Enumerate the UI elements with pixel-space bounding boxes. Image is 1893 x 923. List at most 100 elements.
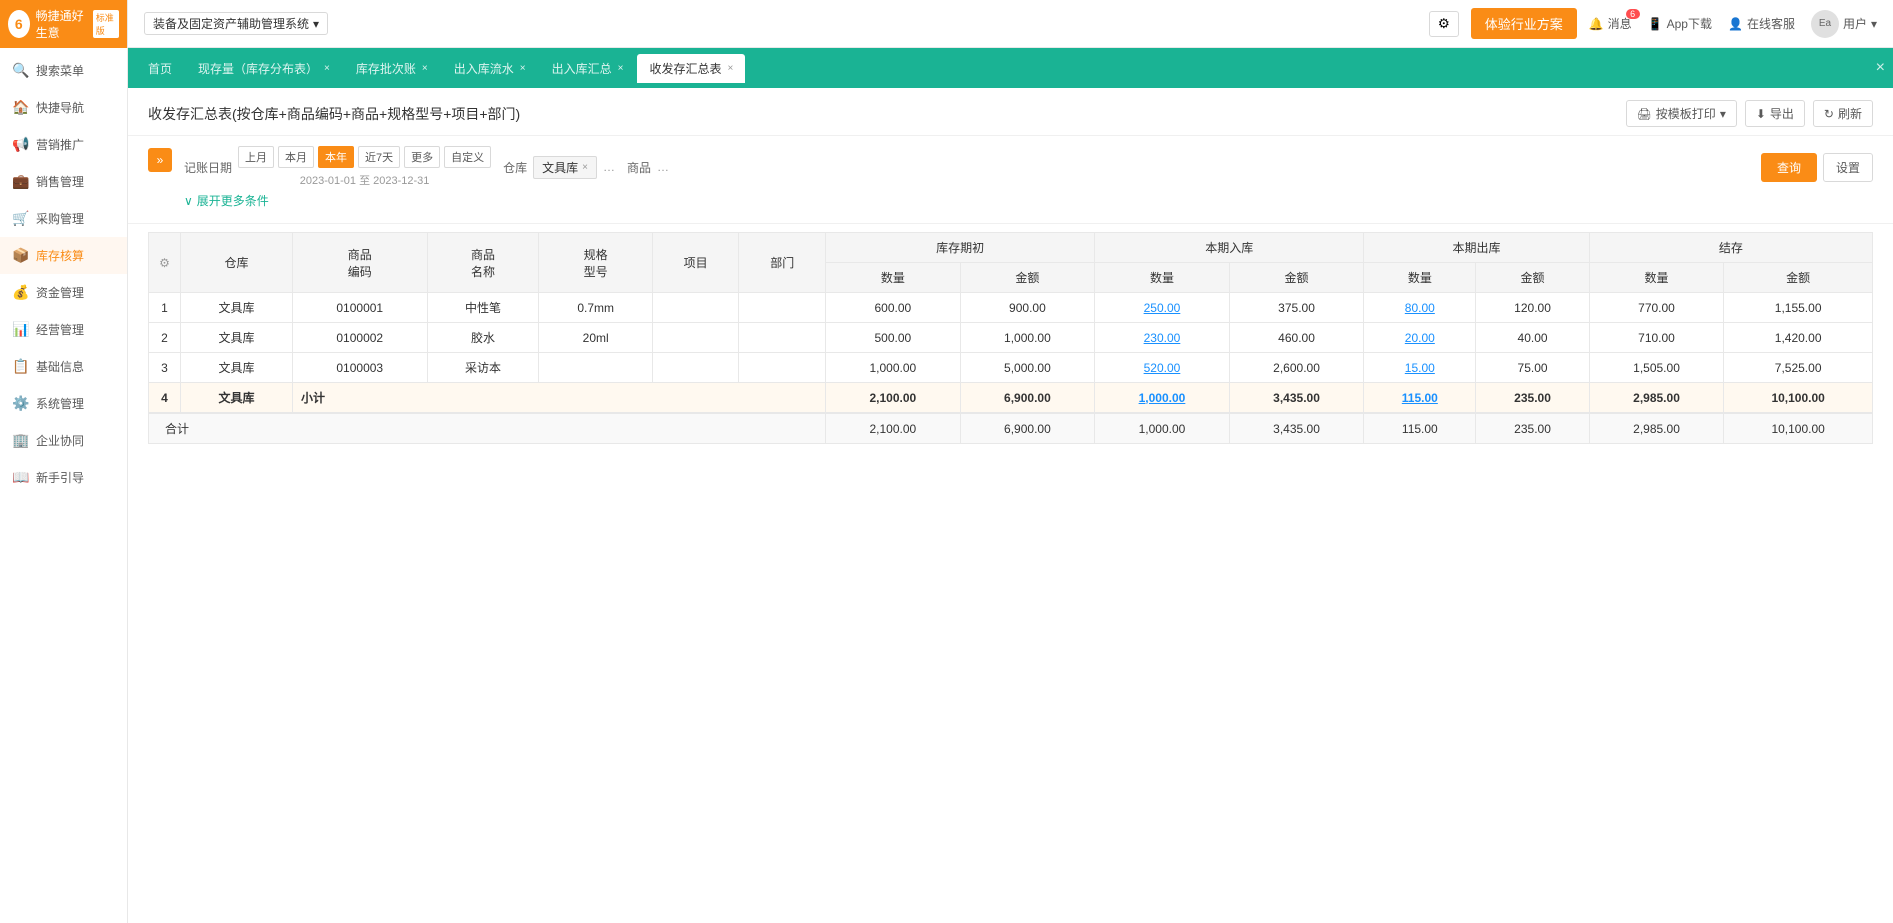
tab-receive-summary[interactable]: 收发存汇总表 × <box>637 54 745 83</box>
tab-close-inout-flow[interactable]: × <box>520 63 526 74</box>
tab-close-inventory-dist[interactable]: × <box>324 63 330 74</box>
filter-content: 记账日期 上月 本月 本年 近7天 更多 自定义 2023-01-01 至 20… <box>184 146 1873 213</box>
row-out-qty[interactable]: 80.00 <box>1364 293 1476 323</box>
sidebar-item-newbie[interactable]: 📖 新手引导 <box>0 459 127 496</box>
sidebar-item-purchase[interactable]: 🛒 采购管理 <box>0 200 127 237</box>
subtotal-in-qty[interactable]: 1,000.00 <box>1095 383 1230 414</box>
refresh-icon: ↻ <box>1824 107 1834 121</box>
expand-more-button[interactable]: ∨ 展开更多条件 <box>184 188 1873 213</box>
tab-close-inout-summary[interactable]: × <box>618 63 624 74</box>
sidebar-item-label: 销售管理 <box>36 173 84 190</box>
goods-more-btn[interactable]: … <box>657 160 669 174</box>
close-all-tabs-button[interactable]: × <box>1876 59 1885 77</box>
total-in-amt: 3,435.00 <box>1229 413 1364 444</box>
topbar-title-area: 装备及固定资产辅助管理系统 ▾ <box>144 12 1417 35</box>
row-spec: 20ml <box>539 323 652 353</box>
col-out-qty-header: 数量 <box>1364 263 1476 293</box>
topbar-actions: 🔔 消息 6 📱 App下载 👤 在线客服 Ea 用户 ▾ <box>1589 10 1877 38</box>
row-in-amt: 460.00 <box>1229 323 1364 353</box>
trial-button[interactable]: 体验行业方案 <box>1471 8 1577 39</box>
sidebar-item-label: 新手引导 <box>36 469 84 486</box>
subtotal-out-qty[interactable]: 115.00 <box>1364 383 1476 414</box>
sidebar-item-system[interactable]: ⚙️ 系统管理 <box>0 385 127 422</box>
total-row: 合计 2,100.00 6,900.00 1,000.00 3,435.00 1… <box>149 413 1873 444</box>
tab-inout-flow[interactable]: 出入库流水 × <box>442 54 538 83</box>
briefcase-icon: 💼 <box>12 173 30 190</box>
tab-close-batch[interactable]: × <box>422 63 428 74</box>
total-out-amt: 235.00 <box>1476 413 1589 444</box>
sidebar-item-search[interactable]: 🔍 搜索菜单 <box>0 52 127 89</box>
row-code: 0100003 <box>292 353 427 383</box>
date-btn-more[interactable]: 更多 <box>404 146 440 168</box>
message-button[interactable]: 🔔 消息 6 <box>1589 15 1632 32</box>
row-name: 采访本 <box>427 353 539 383</box>
table-settings-icon[interactable]: ⚙ <box>159 256 170 270</box>
date-btn-this-year[interactable]: 本年 <box>318 146 354 168</box>
warehouse-more-btn[interactable]: … <box>603 160 615 174</box>
row-out-amt: 120.00 <box>1476 293 1589 323</box>
topbar-settings-button[interactable]: ⚙ <box>1429 11 1459 37</box>
tab-home[interactable]: 首页 <box>136 54 184 83</box>
row-out-qty[interactable]: 20.00 <box>1364 323 1476 353</box>
row-in-qty[interactable]: 250.00 <box>1095 293 1230 323</box>
sidebar-item-operations[interactable]: 📊 经营管理 <box>0 311 127 348</box>
sidebar-item-sales[interactable]: 💼 销售管理 <box>0 163 127 200</box>
sidebar-item-finance[interactable]: 💰 资金管理 <box>0 274 127 311</box>
topbar: 装备及固定资产辅助管理系统 ▾ ⚙ 体验行业方案 🔔 消息 6 📱 App下载 … <box>128 0 1893 48</box>
subtotal-row: 4 文具库 小计 2,100.00 6,900.00 1,000.00 3,43… <box>149 383 1873 414</box>
tab-inout-summary[interactable]: 出入库汇总 × <box>540 54 636 83</box>
column-settings-button[interactable]: 设置 <box>1823 153 1873 182</box>
tab-close-receive-summary[interactable]: × <box>727 63 733 74</box>
total-closing-qty: 2,985.00 <box>1589 413 1724 444</box>
row-closing-amt: 7,525.00 <box>1724 353 1873 383</box>
online-service-button[interactable]: 👤 在线客服 <box>1728 15 1795 32</box>
gear-icon: ⚙️ <box>12 395 30 412</box>
query-button[interactable]: 查询 <box>1761 153 1817 182</box>
table-row: 1 文具库 0100001 中性笔 0.7mm 600.00 900.00 25… <box>149 293 1873 323</box>
row-in-qty[interactable]: 230.00 <box>1095 323 1230 353</box>
date-btn-this-month[interactable]: 本月 <box>278 146 314 168</box>
tab-inventory-dist[interactable]: 现存量（库存分布表） × <box>186 54 342 83</box>
print-button[interactable]: 🖨 按模板打印 ▾ <box>1626 100 1737 127</box>
col-closing-amt-header: 金额 <box>1724 263 1873 293</box>
user-menu[interactable]: Ea 用户 ▾ <box>1811 10 1877 38</box>
total-out-qty: 115.00 <box>1364 413 1476 444</box>
date-btn-last-month[interactable]: 上月 <box>238 146 274 168</box>
col-out-amt-header: 金额 <box>1476 263 1589 293</box>
sidebar-item-marketing[interactable]: 📢 营销推广 <box>0 126 127 163</box>
sidebar-item-company[interactable]: 🏢 企业协同 <box>0 422 127 459</box>
sidebar-item-inventory[interactable]: 📦 库存核算 <box>0 237 127 274</box>
date-btn-custom[interactable]: 自定义 <box>444 146 491 168</box>
sidebar-item-label: 搜索菜单 <box>36 62 84 79</box>
sidebar-item-base[interactable]: 📋 基础信息 <box>0 348 127 385</box>
row-closing-qty: 770.00 <box>1589 293 1724 323</box>
row-in-qty[interactable]: 520.00 <box>1095 353 1230 383</box>
content-area: 收发存汇总表(按仓库+商品编码+商品+规格型号+项目+部门) 🖨 按模板打印 ▾… <box>128 88 1893 923</box>
app-download-button[interactable]: 📱 App下载 <box>1648 15 1712 32</box>
table-row: 3 文具库 0100003 采访本 1,000.00 5,000.00 520.… <box>149 353 1873 383</box>
system-title-dropdown[interactable]: 装备及固定资产辅助管理系统 ▾ <box>144 12 328 35</box>
row-closing-qty: 1,505.00 <box>1589 353 1724 383</box>
subtotal-opening-qty: 2,100.00 <box>826 383 961 414</box>
col-in-qty-header: 数量 <box>1095 263 1230 293</box>
box-icon: 📦 <box>12 247 30 264</box>
row-out-qty[interactable]: 15.00 <box>1364 353 1476 383</box>
date-filter-group: 记账日期 上月 本月 本年 近7天 更多 自定义 2023-01-01 至 20… <box>184 146 491 188</box>
refresh-button[interactable]: ↻ 刷新 <box>1813 100 1873 127</box>
tab-batch[interactable]: 库存批次账 × <box>344 54 440 83</box>
col-opening-amt-header: 金额 <box>960 263 1095 293</box>
sidebar-item-quick[interactable]: 🏠 快捷导航 <box>0 89 127 126</box>
export-button[interactable]: ⬇ 导出 <box>1745 100 1805 127</box>
warehouse-tag-remove[interactable]: × <box>582 162 588 173</box>
filter-toggle-button[interactable]: » <box>148 148 172 172</box>
row-out-amt: 40.00 <box>1476 323 1589 353</box>
subtotal-warehouse: 文具库 <box>181 383 293 414</box>
date-btn-7days[interactable]: 近7天 <box>358 146 400 168</box>
tabs-bar: 首页 现存量（库存分布表） × 库存批次账 × 出入库流水 × 出入库汇总 × … <box>128 48 1893 88</box>
export-icon: ⬇ <box>1756 107 1766 121</box>
date-buttons: 上月 本月 本年 近7天 更多 自定义 <box>238 146 491 168</box>
goods-label: 商品 <box>627 159 651 176</box>
row-opening-amt: 1,000.00 <box>960 323 1095 353</box>
sidebar: 6 畅捷通好生意 标准版 🔍 搜索菜单 🏠 快捷导航 📢 营销推广 💼 销售管理 <box>0 0 128 923</box>
col-closing-qty-header: 数量 <box>1589 263 1724 293</box>
